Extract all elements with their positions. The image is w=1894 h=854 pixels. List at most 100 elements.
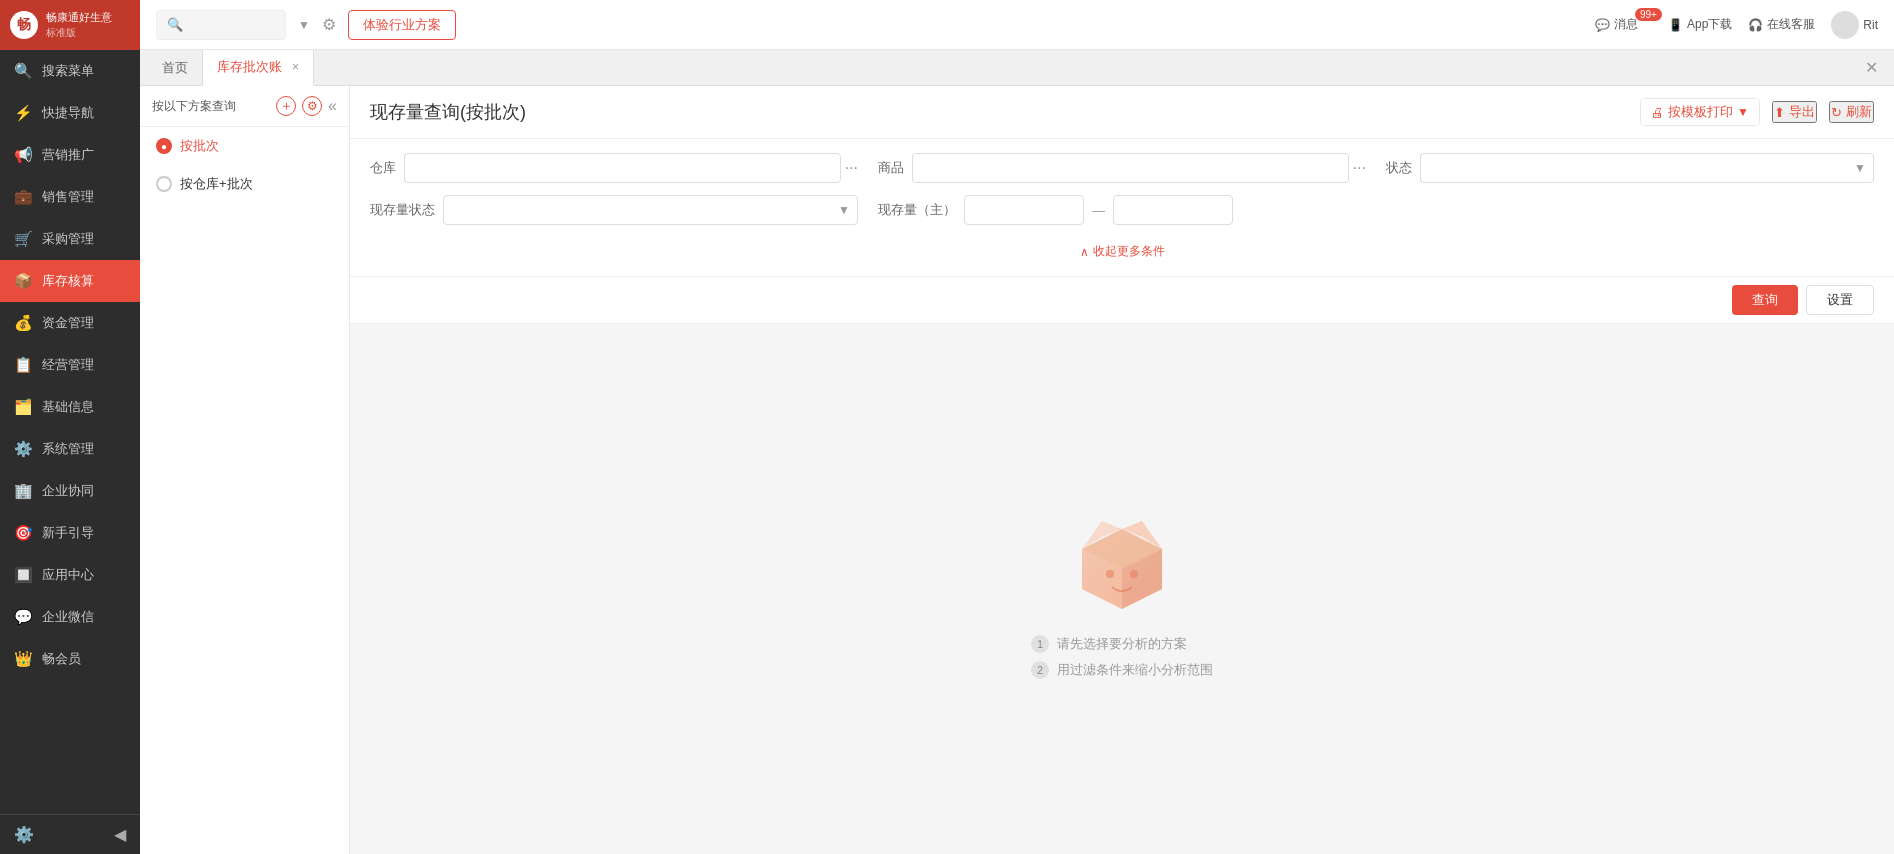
status-label: 状态 <box>1386 159 1412 177</box>
sidebar: 畅 畅康通好生意 标准版 🔍 搜索菜单 ⚡ 快捷导航 📢 营销推广 💼 销售管理… <box>0 0 140 854</box>
sidebar-item-inventory[interactable]: 📦 库存核算 <box>0 260 140 302</box>
headset-icon: 🎧 <box>1748 18 1763 32</box>
filter-area: 仓库 ··· 商品 ··· 状态 <box>350 139 1894 277</box>
sidebar-edition: 标准版 <box>46 26 112 40</box>
product-input[interactable] <box>912 153 1349 183</box>
print-button[interactable]: 🖨 按模板打印 ▼ <box>1640 98 1760 126</box>
search-input[interactable] <box>189 18 269 32</box>
sidebar-item-search[interactable]: 🔍 搜索菜单 <box>0 50 140 92</box>
left-panel-actions: ＋ ⚙ « <box>276 96 337 116</box>
table-settings-button[interactable]: 设置 <box>1806 285 1874 315</box>
app-download-button[interactable]: 📱 App下载 <box>1668 16 1732 33</box>
sales-icon: 💼 <box>14 188 32 206</box>
collapse-sidebar-icon[interactable]: ◀ <box>114 825 126 844</box>
main-content: 🔍 ▼ ⚙ 体验行业方案 💬 消息 99+ 📱 App下载 🎧 在线客服 Rit <box>140 0 1894 854</box>
online-service-button[interactable]: 🎧 在线客服 <box>1748 16 1815 33</box>
action-bar: 查询 设置 <box>350 277 1894 324</box>
page-header-actions: 🖨 按模板打印 ▼ ⬆ 导出 ↻ 刷新 <box>1640 98 1874 126</box>
sidebar-item-enterprise[interactable]: 🏢 企业协同 <box>0 470 140 512</box>
tab-inventory-batch[interactable]: 库存批次账 × <box>203 50 314 86</box>
basic-icon: 🗂️ <box>14 398 32 416</box>
refresh-icon: ↻ <box>1831 105 1842 120</box>
sidebar-item-label: 资金管理 <box>42 314 94 332</box>
sidebar-item-marketing[interactable]: 📢 营销推广 <box>0 134 140 176</box>
add-scheme-button[interactable]: ＋ <box>276 96 296 116</box>
empty-tip-2: 2 用过滤条件来缩小分析范围 <box>1031 661 1213 679</box>
close-all-tabs-button[interactable]: ✕ <box>1857 58 1886 77</box>
warehouse-label: 仓库 <box>370 159 396 177</box>
tab-home[interactable]: 首页 <box>148 50 203 86</box>
topbar-search-icon: 🔍 <box>167 17 183 32</box>
message-button[interactable]: 💬 消息 99+ <box>1595 16 1652 33</box>
sidebar-item-operation[interactable]: 📋 经营管理 <box>0 344 140 386</box>
product-more-icon[interactable]: ··· <box>1353 159 1366 177</box>
export-label: 导出 <box>1789 103 1815 121</box>
refresh-button[interactable]: ↻ 刷新 <box>1829 101 1874 123</box>
scheme-item-by-batch[interactable]: ● 按批次 <box>140 127 349 165</box>
query-button[interactable]: 查询 <box>1732 285 1798 315</box>
user-profile[interactable]: Rit <box>1831 11 1878 39</box>
scheme-settings-button[interactable]: ⚙ <box>302 96 322 116</box>
quick-nav-icon: ⚡ <box>14 104 32 122</box>
stock-qty-max-input[interactable] <box>1113 195 1233 225</box>
tab-inventory-batch-label: 库存批次账 <box>217 58 282 76</box>
sidebar-item-apps[interactable]: 🔲 应用中心 <box>0 554 140 596</box>
sidebar-item-label: 应用中心 <box>42 566 94 584</box>
sidebar-company-name: 畅康通好生意 <box>46 10 112 24</box>
empty-state: 1 请先选择要分析的方案 2 用过滤条件来缩小分析范围 <box>350 324 1894 854</box>
sidebar-item-wechat[interactable]: 💬 企业微信 <box>0 596 140 638</box>
settings-gear-icon[interactable]: ⚙ <box>322 15 336 34</box>
empty-tip-1: 1 请先选择要分析的方案 <box>1031 635 1213 653</box>
scheme-item-by-warehouse-batch[interactable]: 按仓库+批次 <box>140 165 349 203</box>
stock-qty-label: 现存量（主） <box>878 201 956 219</box>
finance-icon: 💰 <box>14 314 32 332</box>
message-label: 消息 <box>1614 16 1638 33</box>
enterprise-icon: 🏢 <box>14 482 32 500</box>
stock-qty-dash: — <box>1084 203 1113 218</box>
export-button[interactable]: ⬆ 导出 <box>1772 101 1817 123</box>
status-filter: 状态 ▼ <box>1386 153 1874 183</box>
wechat-icon: 💬 <box>14 608 32 626</box>
left-panel: 按以下方案查询 ＋ ⚙ « ● 按批次 按仓库+批次 <box>140 86 350 854</box>
sidebar-item-label: 系统管理 <box>42 440 94 458</box>
operation-icon: 📋 <box>14 356 32 374</box>
tab-home-label: 首页 <box>162 59 188 77</box>
tip-2-number: 2 <box>1031 661 1049 679</box>
sidebar-item-label: 基础信息 <box>42 398 94 416</box>
sidebar-item-member[interactable]: 👑 畅会员 <box>0 638 140 680</box>
product-filter: 商品 ··· <box>878 153 1366 183</box>
sidebar-item-basic[interactable]: 🗂️ 基础信息 <box>0 386 140 428</box>
sidebar-item-system[interactable]: ⚙️ 系统管理 <box>0 428 140 470</box>
topbar-search-box[interactable]: 🔍 <box>156 10 286 40</box>
tab-close-icon[interactable]: × <box>292 60 299 74</box>
sidebar-item-finance[interactable]: 💰 资金管理 <box>0 302 140 344</box>
stock-status-select[interactable] <box>443 195 858 225</box>
stock-qty-filter: 现存量（主） — <box>878 195 1366 225</box>
sidebar-item-purchase[interactable]: 🛒 采购管理 <box>0 218 140 260</box>
product-label: 商品 <box>878 159 904 177</box>
warehouse-more-icon[interactable]: ··· <box>845 159 858 177</box>
collapse-filters-button[interactable]: ∧ 收起更多条件 <box>370 237 1874 262</box>
sidebar-title-group: 畅康通好生意 标准版 <box>46 10 112 40</box>
collapse-label: 收起更多条件 <box>1093 243 1165 260</box>
sidebar-item-newbie[interactable]: 🎯 新手引导 <box>0 512 140 554</box>
stock-status-select-wrap: ▼ <box>443 195 858 225</box>
status-select[interactable] <box>1420 153 1874 183</box>
print-chevron-icon[interactable]: ▼ <box>1737 105 1749 119</box>
content-area: 按以下方案查询 ＋ ⚙ « ● 按批次 按仓库+批次 现存量查询(按批次) <box>140 86 1894 854</box>
collapse-panel-icon[interactable]: « <box>328 97 337 115</box>
apps-icon: 🔲 <box>14 566 32 584</box>
sidebar-item-quick-nav[interactable]: ⚡ 快捷导航 <box>0 92 140 134</box>
sidebar-item-label: 快捷导航 <box>42 104 94 122</box>
system-icon: ⚙️ <box>14 440 32 458</box>
topbar-chevron-icon[interactable]: ▼ <box>298 18 310 32</box>
topbar: 🔍 ▼ ⚙ 体验行业方案 💬 消息 99+ 📱 App下载 🎧 在线客服 Rit <box>140 0 1894 50</box>
experience-button[interactable]: 体验行业方案 <box>348 10 456 40</box>
warehouse-input[interactable] <box>404 153 841 183</box>
stock-qty-min-input[interactable] <box>964 195 1084 225</box>
sidebar-item-label: 企业协同 <box>42 482 94 500</box>
settings-icon[interactable]: ⚙️ <box>14 825 34 844</box>
scheme-item-label: 按批次 <box>180 137 219 155</box>
sidebar-item-sales[interactable]: 💼 销售管理 <box>0 176 140 218</box>
empty-illustration <box>1062 499 1182 619</box>
